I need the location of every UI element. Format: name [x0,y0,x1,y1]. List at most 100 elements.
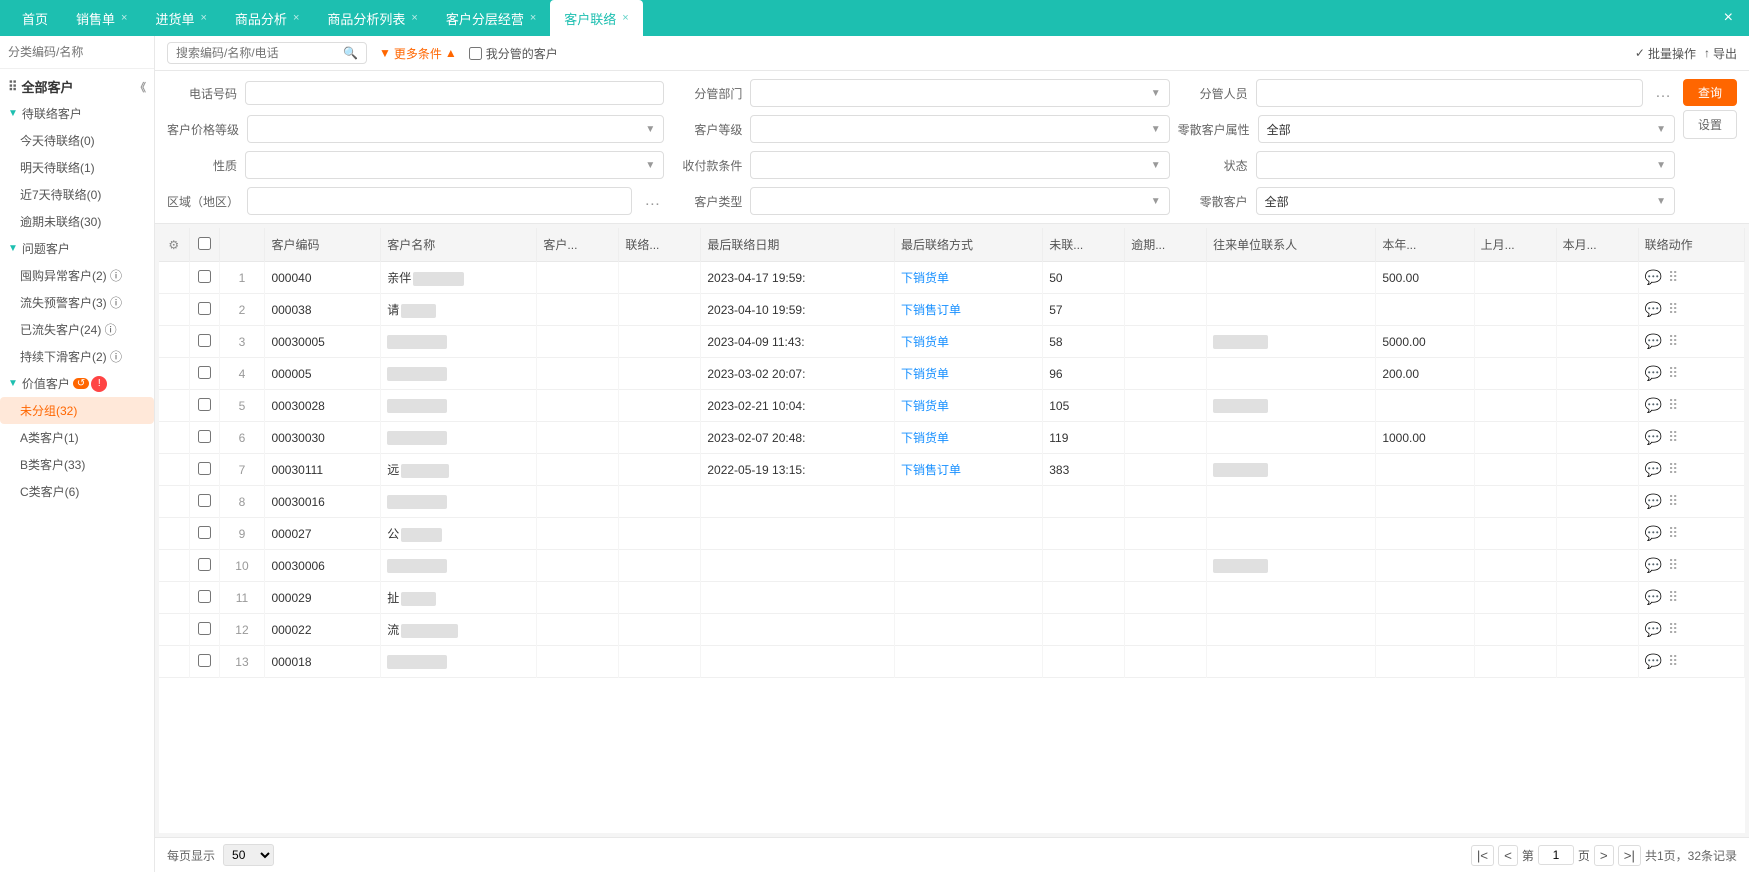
action-phone-icon-8[interactable]: 💬 [1645,525,1662,542]
customer-level-select[interactable]: ▼ [750,115,1169,143]
nav-sales[interactable]: 销售单 × [62,0,141,36]
sidebar-item-ungroup[interactable]: 未分组(32) [0,397,154,424]
action-phone-icon-11[interactable]: 💬 [1645,621,1662,638]
first-page-btn[interactable]: |< [1471,845,1494,866]
sidebar-item-tomorrow[interactable]: 明天待联络(1) [0,154,154,181]
nav-purchase-close[interactable]: × [200,12,206,24]
sidebar-item-lost[interactable]: 已流失客户(24) ⓘ [0,316,154,343]
nav-customer-contact-close[interactable]: × [622,12,628,24]
sidebar-item-churn[interactable]: 流失预警客户(3) ⓘ [0,289,154,316]
close-all-tabs[interactable]: × [1716,9,1741,27]
action-phone-icon-12[interactable]: 💬 [1645,653,1662,670]
region-dots-icon[interactable]: … [640,192,664,210]
sidebar-item-groupA[interactable]: A类客户(1) [0,424,154,451]
action-phone-icon-3[interactable]: 💬 [1645,365,1662,382]
last-page-btn[interactable]: >| [1618,845,1641,866]
nav-analysis-list[interactable]: 商品分析列表 × [313,0,431,36]
action-more-icon-1[interactable]: ⠿ [1668,301,1678,318]
nav-analysis[interactable]: 商品分析 × [221,0,313,36]
row-checkbox-0[interactable] [198,270,211,283]
customer-type-select[interactable]: ▼ [750,187,1169,215]
region-select[interactable] [247,187,632,215]
action-more-icon-11[interactable]: ⠿ [1668,621,1678,638]
last-method-link-0[interactable]: 下销货单 [901,271,949,285]
row-checkbox-3[interactable] [198,366,211,379]
sidebar-collapse-icon[interactable]: 《 [135,79,146,95]
all-customers-section[interactable]: ⠿ 全部客户 《 [0,69,154,100]
row-checkbox-10[interactable] [198,590,211,603]
sidebar-group-pending[interactable]: ▼ 待联络客户 [0,100,154,127]
action-more-icon-7[interactable]: ⠿ [1668,493,1678,510]
settings-gear-icon[interactable]: ⚙ [168,238,179,252]
action-more-icon-3[interactable]: ⠿ [1668,365,1678,382]
action-more-icon-6[interactable]: ⠿ [1668,461,1678,478]
sidebar-item-hoard[interactable]: 囤购异常客户(2) ⓘ [0,262,154,289]
action-phone-icon-6[interactable]: 💬 [1645,461,1662,478]
nature-select[interactable]: ▼ [245,151,664,179]
nav-customer-segment-close[interactable]: × [530,12,536,24]
nav-analysis-list-close[interactable]: × [411,12,417,24]
page-input[interactable] [1538,845,1574,865]
filter-search-icon[interactable]: 🔍 [343,46,358,60]
scattered-customer-select[interactable]: 全部 ▼ [1256,187,1675,215]
th-settings[interactable]: ⚙ [159,228,189,262]
my-customers-check[interactable] [469,47,482,60]
action-more-icon-8[interactable]: ⠿ [1668,525,1678,542]
sidebar-item-week[interactable]: 近7天待联络(0) [0,181,154,208]
action-more-icon-12[interactable]: ⠿ [1668,653,1678,670]
action-phone-icon-9[interactable]: 💬 [1645,557,1662,574]
action-phone-icon-10[interactable]: 💬 [1645,589,1662,606]
sidebar-item-declining[interactable]: 持续下滑客户(2) ⓘ [0,343,154,370]
batch-op-btn[interactable]: ✓ 批量操作 [1635,45,1696,62]
prev-page-btn[interactable]: < [1498,845,1518,866]
row-checkbox-7[interactable] [198,494,211,507]
sidebar-item-groupC[interactable]: C类客户(6) [0,478,154,505]
sidebar-item-groupB[interactable]: B类客户(33) [0,451,154,478]
next-page-btn[interactable]: > [1594,845,1614,866]
manager-dots-icon[interactable]: … [1651,84,1675,102]
phone-input[interactable] [245,81,664,105]
row-checkbox-5[interactable] [198,430,211,443]
action-more-icon-0[interactable]: ⠿ [1668,269,1678,286]
sidebar-group-problem[interactable]: ▼ 问题客户 [0,235,154,262]
action-more-icon-9[interactable]: ⠿ [1668,557,1678,574]
export-btn[interactable]: ↑ 导出 [1704,45,1737,62]
dept-select[interactable]: ▼ [750,79,1169,107]
last-method-link-4[interactable]: 下销货单 [901,399,949,413]
action-phone-icon-2[interactable]: 💬 [1645,333,1662,350]
action-phone-icon-5[interactable]: 💬 [1645,429,1662,446]
action-phone-icon-0[interactable]: 💬 [1645,269,1662,286]
page-size-select[interactable]: 50 10 20 100 [223,844,274,866]
sidebar-group-value[interactable]: ▼ 价值客户 ↺ ! [0,370,154,397]
nav-customer-segment[interactable]: 客户分层经营 × [432,0,550,36]
last-method-link-2[interactable]: 下销货单 [901,335,949,349]
last-method-link-3[interactable]: 下销货单 [901,367,949,381]
sidebar-item-overdue[interactable]: 逾期未联络(30) [0,208,154,235]
nav-analysis-close[interactable]: × [293,12,299,24]
last-method-link-1[interactable]: 下销售订单 [901,303,961,317]
filter-more-conditions[interactable]: ▼ 更多条件 ▲ [379,45,457,62]
action-more-icon-2[interactable]: ⠿ [1668,333,1678,350]
my-customers-checkbox[interactable]: 我分管的客户 [469,45,558,62]
action-more-icon-10[interactable]: ⠿ [1668,589,1678,606]
row-checkbox-2[interactable] [198,334,211,347]
action-more-icon-5[interactable]: ⠿ [1668,429,1678,446]
scattered-attr-select[interactable]: 全部 ▼ [1258,115,1675,143]
sidebar-item-today[interactable]: 今天待联络(0) [0,127,154,154]
nav-purchase[interactable]: 进货单 × [141,0,220,36]
action-phone-icon-1[interactable]: 💬 [1645,301,1662,318]
select-all-checkbox[interactable] [198,237,211,250]
last-method-link-5[interactable]: 下销货单 [901,431,949,445]
action-phone-icon-4[interactable]: 💬 [1645,397,1662,414]
row-checkbox-11[interactable] [198,622,211,635]
reset-button[interactable]: 设置 [1683,110,1737,139]
row-checkbox-8[interactable] [198,526,211,539]
status-select[interactable]: ▼ [1256,151,1675,179]
last-method-link-6[interactable]: 下销售订单 [901,463,961,477]
nav-customer-contact[interactable]: 客户联络 × [550,0,642,36]
payment-select[interactable]: ▼ [750,151,1169,179]
sidebar-search-input[interactable] [8,45,155,59]
row-checkbox-6[interactable] [198,462,211,475]
price-level-select[interactable]: ▼ [247,115,664,143]
nav-sales-close[interactable]: × [121,12,127,24]
